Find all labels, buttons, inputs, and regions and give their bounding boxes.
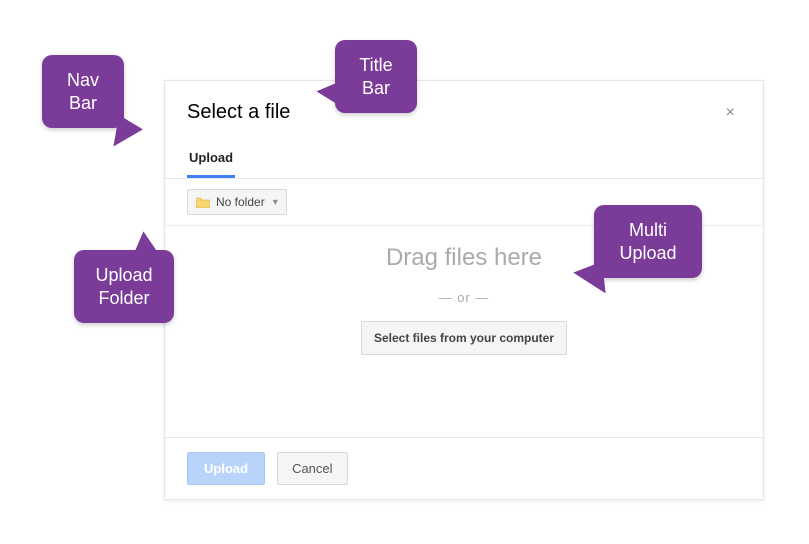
nav-bar: Upload — [165, 130, 763, 178]
chevron-down-icon: ▾ — [273, 197, 278, 208]
folder-select-button[interactable]: No folder ▾ — [187, 189, 287, 215]
annotation-tail — [133, 231, 166, 260]
close-button[interactable]: × — [720, 102, 741, 124]
folder-label: No folder — [216, 195, 265, 209]
annotation-label: UploadFolder — [95, 265, 152, 308]
upload-button[interactable]: Upload — [187, 452, 265, 485]
tab-upload[interactable]: Upload — [187, 144, 235, 178]
annotation-upload-folder: UploadFolder — [74, 250, 174, 323]
annotation-tail — [113, 115, 144, 151]
annotation-title-bar: TitleBar — [335, 40, 417, 113]
or-separator: — or — — [439, 290, 490, 305]
dialog-title: Select a file — [187, 101, 290, 124]
select-files-button[interactable]: Select files from your computer — [361, 321, 567, 355]
annotation-multi-upload: MultiUpload — [594, 205, 702, 278]
title-bar: Select a file × — [165, 81, 763, 130]
annotation-nav-bar: NavBar — [42, 55, 124, 128]
folder-icon — [196, 197, 210, 208]
annotation-label: NavBar — [67, 70, 99, 113]
drag-instruction: Drag files here — [386, 244, 542, 272]
annotation-tail — [572, 262, 605, 297]
annotation-label: MultiUpload — [619, 220, 676, 263]
annotation-tail — [316, 81, 345, 112]
file-picker-dialog: Select a file × Upload No folder ▾ Drag … — [164, 80, 764, 500]
cancel-button[interactable]: Cancel — [277, 452, 347, 485]
dialog-footer: Upload Cancel — [165, 437, 763, 499]
close-icon: × — [726, 104, 735, 121]
annotation-label: TitleBar — [359, 55, 392, 98]
